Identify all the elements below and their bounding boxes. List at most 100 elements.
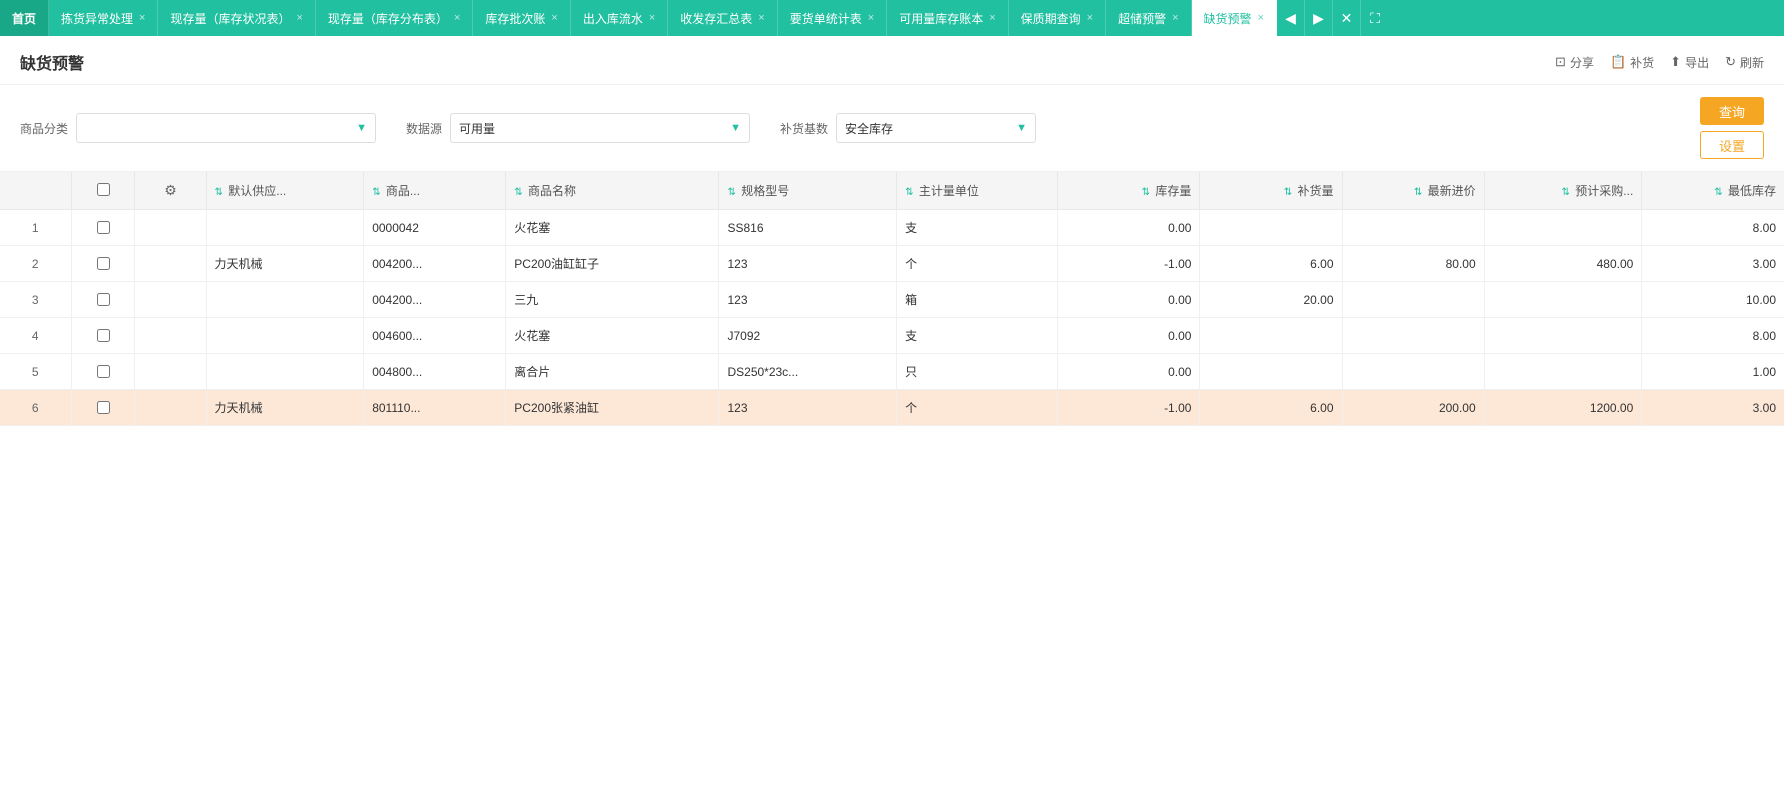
tab-inventory-dist-label: 现存量（库存分布表） [328, 10, 448, 27]
cell-replenish: 6.00 [1200, 246, 1342, 282]
cell-supplier: 力天机械 [206, 390, 364, 426]
tab-shortage-close[interactable]: × [1258, 12, 1264, 24]
row-checkbox[interactable] [97, 401, 110, 414]
table-row: 5 004800... 离合片 DS250*23c... 只 0.00 1.00 [0, 354, 1784, 390]
cell-price [1342, 282, 1484, 318]
filter-replenish-group: 补货基数 安全库存 ▼ [780, 113, 1036, 143]
tab-inventory-status-close[interactable]: × [296, 12, 302, 24]
col-header-supplier[interactable]: ⇅ 默认供应... [206, 172, 364, 210]
row-checkbox[interactable] [97, 293, 110, 306]
table-row: 3 004200... 三九 123 箱 0.00 20.00 10.00 [0, 282, 1784, 318]
sort-stock-icon: ⇅ [1142, 187, 1150, 198]
filter-datasource-select[interactable]: 可用量 ▼ [450, 113, 750, 143]
row-checkbox[interactable] [97, 257, 110, 270]
col-header-stock[interactable]: ⇅ 库存量 [1058, 172, 1200, 210]
cell-unit: 个 [897, 390, 1058, 426]
tab-next-button[interactable]: ▶ [1305, 0, 1333, 36]
refresh-label: 刷新 [1740, 54, 1764, 71]
cell-supplier [206, 282, 364, 318]
cell-index: 6 [0, 390, 71, 426]
cell-settings [135, 390, 206, 426]
export-button[interactable]: ⬆ 导出 [1670, 54, 1709, 71]
col-header-unit[interactable]: ⇅ 主计量单位 [897, 172, 1058, 210]
cell-name: PC200张紧油缸 [506, 390, 719, 426]
tab-shortage[interactable]: 缺货预警 × [1192, 0, 1277, 36]
cell-minstock: 1.00 [1642, 354, 1784, 390]
table-row: 2 力天机械 004200... PC200油缸缸子 123 个 -1.00 6… [0, 246, 1784, 282]
tab-inventory-status[interactable]: 现存量（库存状况表） × [158, 0, 315, 36]
col-header-minstock[interactable]: ⇅ 最低库存 [1642, 172, 1784, 210]
query-button[interactable]: 查询 [1700, 97, 1764, 125]
refresh-button[interactable]: ↻ 刷新 [1725, 54, 1764, 71]
col-header-spec[interactable]: ⇅ 规格型号 [719, 172, 897, 210]
tab-inventory-dist[interactable]: 现存量（库存分布表） × [316, 0, 473, 36]
tab-close-all-button[interactable]: ✕ [1333, 0, 1361, 36]
replenish-button[interactable]: 📋 补货 [1610, 54, 1654, 71]
cell-unit: 支 [897, 318, 1058, 354]
col-spec-label: 规格型号 [741, 184, 789, 198]
tab-overstock-label: 超储预警 [1118, 10, 1166, 27]
col-header-checkbox [71, 172, 135, 210]
page-header: 缺货预警 ⊡ 分享 📋 补货 ⬆ 导出 ↻ 刷新 [0, 36, 1784, 85]
tab-batch-account-close[interactable]: × [551, 12, 557, 24]
tab-expiry-query[interactable]: 保质期查询 × [1009, 0, 1106, 36]
tab-inventory-dist-close[interactable]: × [454, 12, 460, 24]
cell-replenish [1200, 210, 1342, 246]
cell-stock: -1.00 [1058, 390, 1200, 426]
tab-collect-summary-close[interactable]: × [758, 12, 764, 24]
tab-expand-button[interactable]: ⛶ [1361, 0, 1389, 36]
tab-inout-flow-close[interactable]: × [649, 12, 655, 24]
col-header-price[interactable]: ⇅ 最新进价 [1342, 172, 1484, 210]
cell-purchase [1484, 210, 1642, 246]
filter-category-select[interactable]: ▼ [76, 113, 376, 143]
share-button[interactable]: ⊡ 分享 [1555, 54, 1594, 71]
cell-index: 2 [0, 246, 71, 282]
tab-prev-button[interactable]: ◀ [1277, 0, 1305, 36]
tab-exception-label: 拣货异常处理 [61, 10, 133, 27]
cell-spec: DS250*23c... [719, 354, 897, 390]
filter-category-arrow: ▼ [356, 122, 367, 134]
col-header-name[interactable]: ⇅ 商品名称 [506, 172, 719, 210]
cell-replenish [1200, 318, 1342, 354]
col-header-purchase[interactable]: ⇅ 预计采购... [1484, 172, 1642, 210]
col-header-code[interactable]: ⇅ 商品... [364, 172, 506, 210]
row-checkbox[interactable] [97, 365, 110, 378]
col-unit-label: 主计量单位 [919, 184, 979, 198]
tab-overstock[interactable]: 超储预警 × [1106, 0, 1191, 36]
settings-button[interactable]: 设置 [1700, 131, 1764, 159]
tab-shortage-label: 缺货预警 [1204, 10, 1252, 27]
filter-datasource-value: 可用量 [459, 120, 495, 137]
cell-spec: 123 [719, 390, 897, 426]
select-all-checkbox[interactable] [97, 183, 110, 196]
tab-order-stats-close[interactable]: × [868, 12, 874, 24]
tab-available-ledger[interactable]: 可用量库存账本 × [887, 0, 1008, 36]
row-checkbox[interactable] [97, 221, 110, 234]
tab-collect-summary[interactable]: 收发存汇总表 × [668, 0, 777, 36]
col-stock-label: 库存量 [1155, 184, 1191, 198]
tab-home[interactable]: 首页 [0, 0, 49, 36]
row-checkbox[interactable] [97, 329, 110, 342]
cell-minstock: 8.00 [1642, 210, 1784, 246]
cell-stock: 0.00 [1058, 210, 1200, 246]
tab-expiry-query-close[interactable]: × [1087, 12, 1093, 24]
table-settings-icon[interactable]: ⚙ [164, 182, 177, 198]
tab-inout-flow[interactable]: 出入库流水 × [571, 0, 668, 36]
filter-replenish-select[interactable]: 安全库存 ▼ [836, 113, 1036, 143]
export-icon: ⬆ [1670, 54, 1681, 70]
col-name-label: 商品名称 [528, 184, 576, 198]
tab-exception[interactable]: 拣货异常处理 × [49, 0, 158, 36]
tab-available-ledger-close[interactable]: × [989, 12, 995, 24]
col-price-label: 最新进价 [1428, 184, 1476, 198]
cell-unit: 箱 [897, 282, 1058, 318]
tab-available-ledger-label: 可用量库存账本 [899, 10, 983, 27]
export-label: 导出 [1685, 54, 1709, 71]
tab-exception-close[interactable]: × [139, 12, 145, 24]
cell-settings [135, 354, 206, 390]
col-header-replenish[interactable]: ⇅ 补货量 [1200, 172, 1342, 210]
table-row: 4 004600... 火花塞 J7092 支 0.00 8.00 [0, 318, 1784, 354]
tab-batch-account[interactable]: 库存批次账 × [473, 0, 570, 36]
tab-bar: 首页 拣货异常处理 × 现存量（库存状况表） × 现存量（库存分布表） × 库存… [0, 0, 1784, 36]
cell-settings [135, 318, 206, 354]
tab-order-stats[interactable]: 要货单统计表 × [778, 0, 887, 36]
tab-overstock-close[interactable]: × [1172, 12, 1178, 24]
